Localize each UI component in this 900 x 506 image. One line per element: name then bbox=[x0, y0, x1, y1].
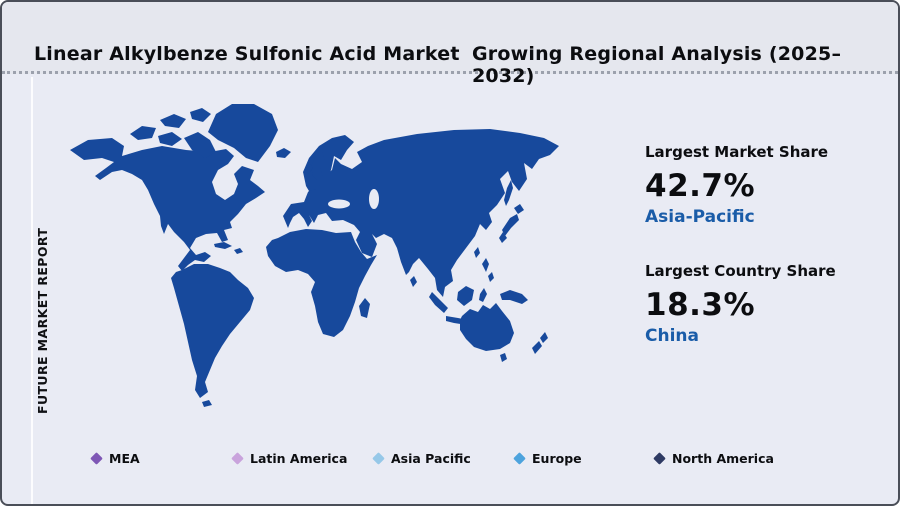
diamond-icon bbox=[653, 451, 666, 465]
legend-item-europe: Europe bbox=[513, 448, 582, 468]
world-map-svg bbox=[70, 104, 559, 407]
legend-item-latin-america: Latin America bbox=[231, 448, 348, 468]
legend-label: Europe bbox=[532, 450, 582, 466]
sidebar-divider bbox=[31, 77, 33, 504]
brand-vertical-label: FUTURE MARKET REPORT bbox=[35, 227, 50, 415]
stat-value: 18.3% bbox=[645, 287, 756, 323]
legend-label: Asia Pacific bbox=[391, 450, 471, 466]
header-band: Linear Alkylbenze Sulfonic Acid Market G… bbox=[2, 2, 898, 87]
legend-label: Latin America bbox=[250, 450, 348, 466]
stat-largest-market-share: Largest Market Share 42.7% Asia-Pacific bbox=[645, 143, 895, 227]
map-australia bbox=[460, 303, 514, 351]
page-title-market: Linear Alkylbenze Sulfonic Acid Market bbox=[34, 43, 460, 65]
stat-label: Largest Market Share bbox=[645, 143, 829, 161]
stat-label: Largest Country Share bbox=[645, 262, 836, 280]
legend-item-mea: MEA bbox=[90, 448, 140, 468]
stat-region: Asia-Pacific bbox=[645, 207, 755, 227]
legend-label: MEA bbox=[109, 450, 140, 466]
legend-label: North America bbox=[672, 450, 774, 466]
diamond-icon bbox=[513, 451, 526, 465]
infographic-frame: Linear Alkylbenze Sulfonic Acid Market G… bbox=[0, 0, 900, 506]
stat-region: China bbox=[645, 326, 699, 346]
diamond-icon bbox=[372, 451, 385, 465]
world-map bbox=[62, 92, 622, 422]
stat-largest-country-share: Largest Country Share 18.3% China bbox=[645, 262, 895, 346]
legend-item-asia-pacific: Asia Pacific bbox=[372, 448, 471, 468]
page-title-analysis: Growing Regional Analysis (2025–2032) bbox=[472, 43, 842, 87]
map-south-america bbox=[171, 264, 254, 398]
stats-panel: Largest Market Share 42.7% Asia-Pacific … bbox=[645, 143, 895, 346]
legend-item-north-america: North America bbox=[653, 448, 774, 468]
diamond-icon bbox=[231, 451, 244, 465]
diamond-icon bbox=[90, 451, 103, 465]
stat-value: 42.7% bbox=[645, 168, 756, 204]
